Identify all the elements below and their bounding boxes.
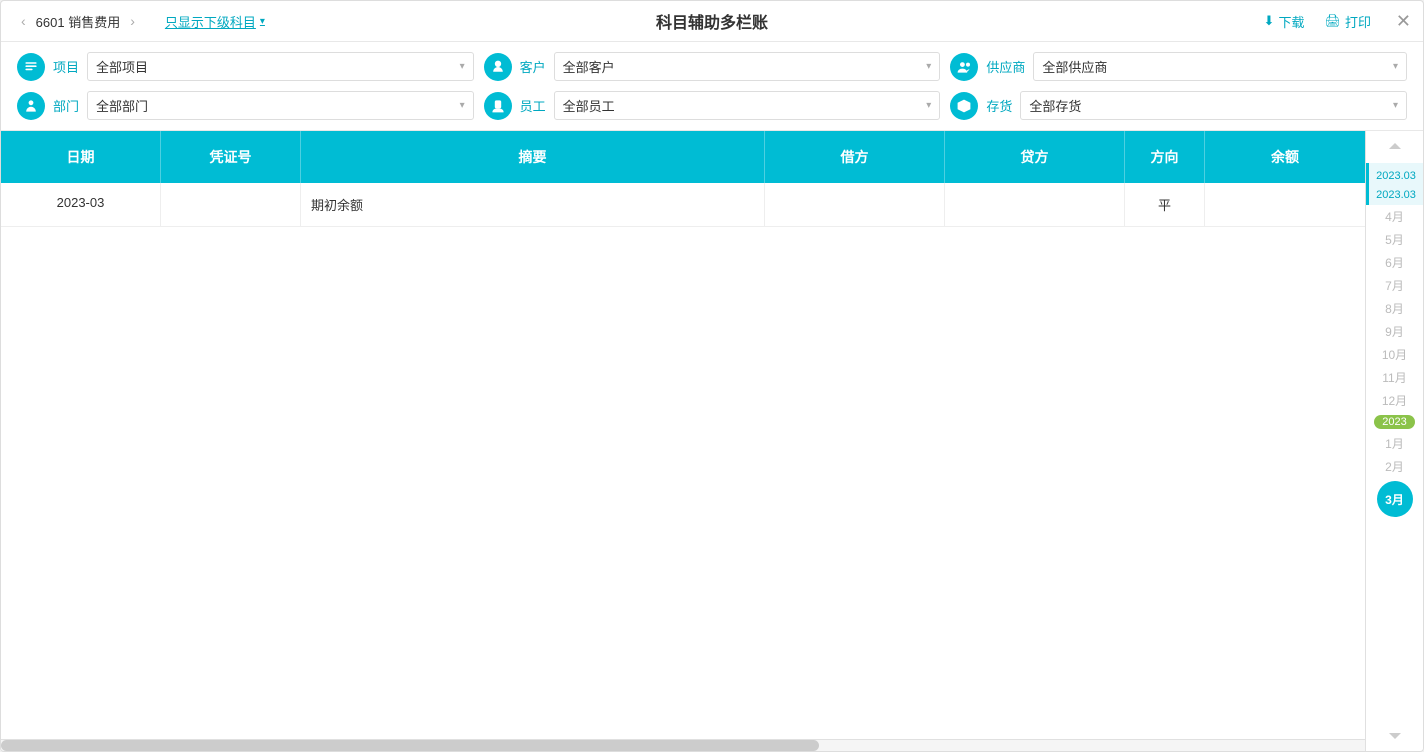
cell-debit xyxy=(765,183,945,226)
table-row: 2023-03 期初余额 平 xyxy=(1,183,1365,227)
cell-voucher xyxy=(161,183,301,226)
cell-summary: 期初余额 xyxy=(301,183,765,226)
cell-direction: 平 xyxy=(1125,183,1205,226)
col-credit: 贷方 xyxy=(945,131,1125,183)
project-filter: 项目 全部项目 ▾ xyxy=(17,52,474,81)
year-badge-label: 2023 xyxy=(1374,415,1414,429)
supplier-select-arrow: ▾ xyxy=(1393,61,1398,72)
scroll-thumb[interactable] xyxy=(1,740,819,751)
prev-arrow[interactable]: ‹ xyxy=(17,11,30,31)
inventory-label: 存货 xyxy=(986,96,1012,115)
timeline-month-5[interactable]: 5月 xyxy=(1366,228,1423,251)
employee-select-value: 全部员工 xyxy=(563,96,615,115)
show-sub-arrow: ▾ xyxy=(260,16,265,27)
print-button[interactable]: 🖨 打印 xyxy=(1324,12,1371,31)
project-label: 项目 xyxy=(53,57,79,76)
project-select-arrow: ▾ xyxy=(460,61,465,72)
timeline-month-7[interactable]: 7月 xyxy=(1366,274,1423,297)
col-voucher: 凭证号 xyxy=(161,131,301,183)
print-icon: 🖨 xyxy=(1324,13,1341,29)
close-button[interactable]: ✕ xyxy=(1396,11,1411,32)
cell-balance xyxy=(1205,183,1365,226)
inventory-icon xyxy=(950,92,978,120)
inventory-filter: 存货 全部存货 ▾ xyxy=(950,91,1407,120)
col-date: 日期 xyxy=(1,131,161,183)
table-header: 日期 凭证号 摘要 借方 贷方 方向 余额 xyxy=(1,131,1365,183)
supplier-select[interactable]: 全部供应商 ▾ xyxy=(1033,52,1407,81)
supplier-label: 供应商 xyxy=(986,57,1025,76)
cell-credit xyxy=(945,183,1125,226)
active-month-circle[interactable]: 3月 xyxy=(1377,481,1413,517)
employee-select[interactable]: 全部员工 ▾ xyxy=(554,91,941,120)
employee-label: 员工 xyxy=(520,96,546,115)
timeline-month-2[interactable]: 2月 xyxy=(1366,455,1423,478)
dept-select-value: 全部部门 xyxy=(96,96,148,115)
download-label: 下载 xyxy=(1278,12,1304,31)
customer-select-value: 全部客户 xyxy=(563,57,615,76)
filter-area: 项目 全部项目 ▾ 客户 全部客户 ▾ 供应商 全部供应商 ▾ xyxy=(1,42,1423,131)
timeline-month-8[interactable]: 8月 xyxy=(1366,297,1423,320)
show-sub-label: 只显示下级科目 xyxy=(165,12,256,31)
next-arrow[interactable]: › xyxy=(126,11,139,31)
cell-date: 2023-03 xyxy=(1,183,161,226)
table-area: 日期 凭证号 摘要 借方 贷方 方向 余额 2023-03 期初余额 平 xyxy=(1,131,1365,751)
timeline-section-2023-03[interactable]: 2023.03 xyxy=(1366,163,1423,184)
content-area: 日期 凭证号 摘要 借方 贷方 方向 余额 2023-03 期初余额 平 xyxy=(1,131,1423,751)
timeline-month-1[interactable]: 1月 xyxy=(1366,432,1423,455)
employee-icon xyxy=(484,92,512,120)
top-actions: ⬇ 下载 🖨 打印 xyxy=(1264,12,1371,31)
col-balance: 余额 xyxy=(1205,131,1365,183)
customer-label: 客户 xyxy=(520,57,546,76)
dept-label: 部门 xyxy=(53,96,79,115)
timeline-section-2023-03b[interactable]: 2023.03 xyxy=(1366,184,1423,205)
col-direction: 方向 xyxy=(1125,131,1205,183)
project-select[interactable]: 全部项目 ▾ xyxy=(87,52,474,81)
timeline-month-3-active[interactable]: 3月 xyxy=(1366,478,1423,520)
project-select-value: 全部项目 xyxy=(96,57,148,76)
timeline-month-9[interactable]: 9月 xyxy=(1366,320,1423,343)
timeline-down-button[interactable] xyxy=(1366,719,1423,751)
show-sub-toggle[interactable]: 只显示下级科目 ▾ xyxy=(165,12,265,31)
timeline-up-button[interactable] xyxy=(1366,131,1423,163)
timeline-month-10[interactable]: 10月 xyxy=(1366,343,1423,366)
timeline-month-6[interactable]: 6月 xyxy=(1366,251,1423,274)
project-icon xyxy=(17,53,45,81)
account-code: 6601 销售费用 xyxy=(36,12,121,31)
inventory-select-arrow: ▾ xyxy=(1393,100,1398,111)
top-bar: ‹ 6601 销售费用 › 只显示下级科目 ▾ 科目辅助多栏账 ⬇ 下载 🖨 打… xyxy=(1,1,1423,42)
customer-icon xyxy=(484,53,512,81)
timeline-year-badge[interactable]: 2023 xyxy=(1366,412,1423,432)
timeline-month-12[interactable]: 12月 xyxy=(1366,389,1423,412)
horizontal-scrollbar[interactable] xyxy=(1,739,1365,751)
table-body: 2023-03 期初余额 平 xyxy=(1,183,1365,739)
main-window: ✕ ‹ 6601 销售费用 › 只显示下级科目 ▾ 科目辅助多栏账 ⬇ 下载 🖨… xyxy=(0,0,1424,752)
dept-icon xyxy=(17,92,45,120)
download-icon: ⬇ xyxy=(1264,13,1275,29)
timeline-sidebar: 2023.03 2023.03 4月 5月 6月 7月 8月 9月 10月 11… xyxy=(1365,131,1423,751)
employee-filter: 员工 全部员工 ▾ xyxy=(484,91,941,120)
dept-filter: 部门 全部部门 ▾ xyxy=(17,91,474,120)
timeline-month-11[interactable]: 11月 xyxy=(1366,366,1423,389)
employee-select-arrow: ▾ xyxy=(926,100,931,111)
col-debit: 借方 xyxy=(765,131,945,183)
col-summary: 摘要 xyxy=(301,131,765,183)
customer-select-arrow: ▾ xyxy=(926,61,931,72)
supplier-icon xyxy=(950,53,978,81)
customer-select[interactable]: 全部客户 ▾ xyxy=(554,52,941,81)
nav-area: ‹ 6601 销售费用 › 只显示下级科目 ▾ xyxy=(17,11,265,31)
timeline-section-label: 2023.03 xyxy=(1376,170,1416,182)
supplier-filter: 供应商 全部供应商 ▾ xyxy=(950,52,1407,81)
active-month-label: 3月 xyxy=(1385,491,1404,508)
dept-select[interactable]: 全部部门 ▾ xyxy=(87,91,474,120)
timeline-month-4[interactable]: 4月 xyxy=(1366,205,1423,228)
inventory-select[interactable]: 全部存货 ▾ xyxy=(1020,91,1407,120)
supplier-select-value: 全部供应商 xyxy=(1042,57,1107,76)
print-label: 打印 xyxy=(1345,12,1371,31)
dept-select-arrow: ▾ xyxy=(460,100,465,111)
download-button[interactable]: ⬇ 下载 xyxy=(1264,12,1305,31)
inventory-select-value: 全部存货 xyxy=(1029,96,1081,115)
page-title: 科目辅助多栏账 xyxy=(656,9,768,33)
customer-filter: 客户 全部客户 ▾ xyxy=(484,52,941,81)
timeline-section-sub-label: 2023.03 xyxy=(1376,189,1416,201)
